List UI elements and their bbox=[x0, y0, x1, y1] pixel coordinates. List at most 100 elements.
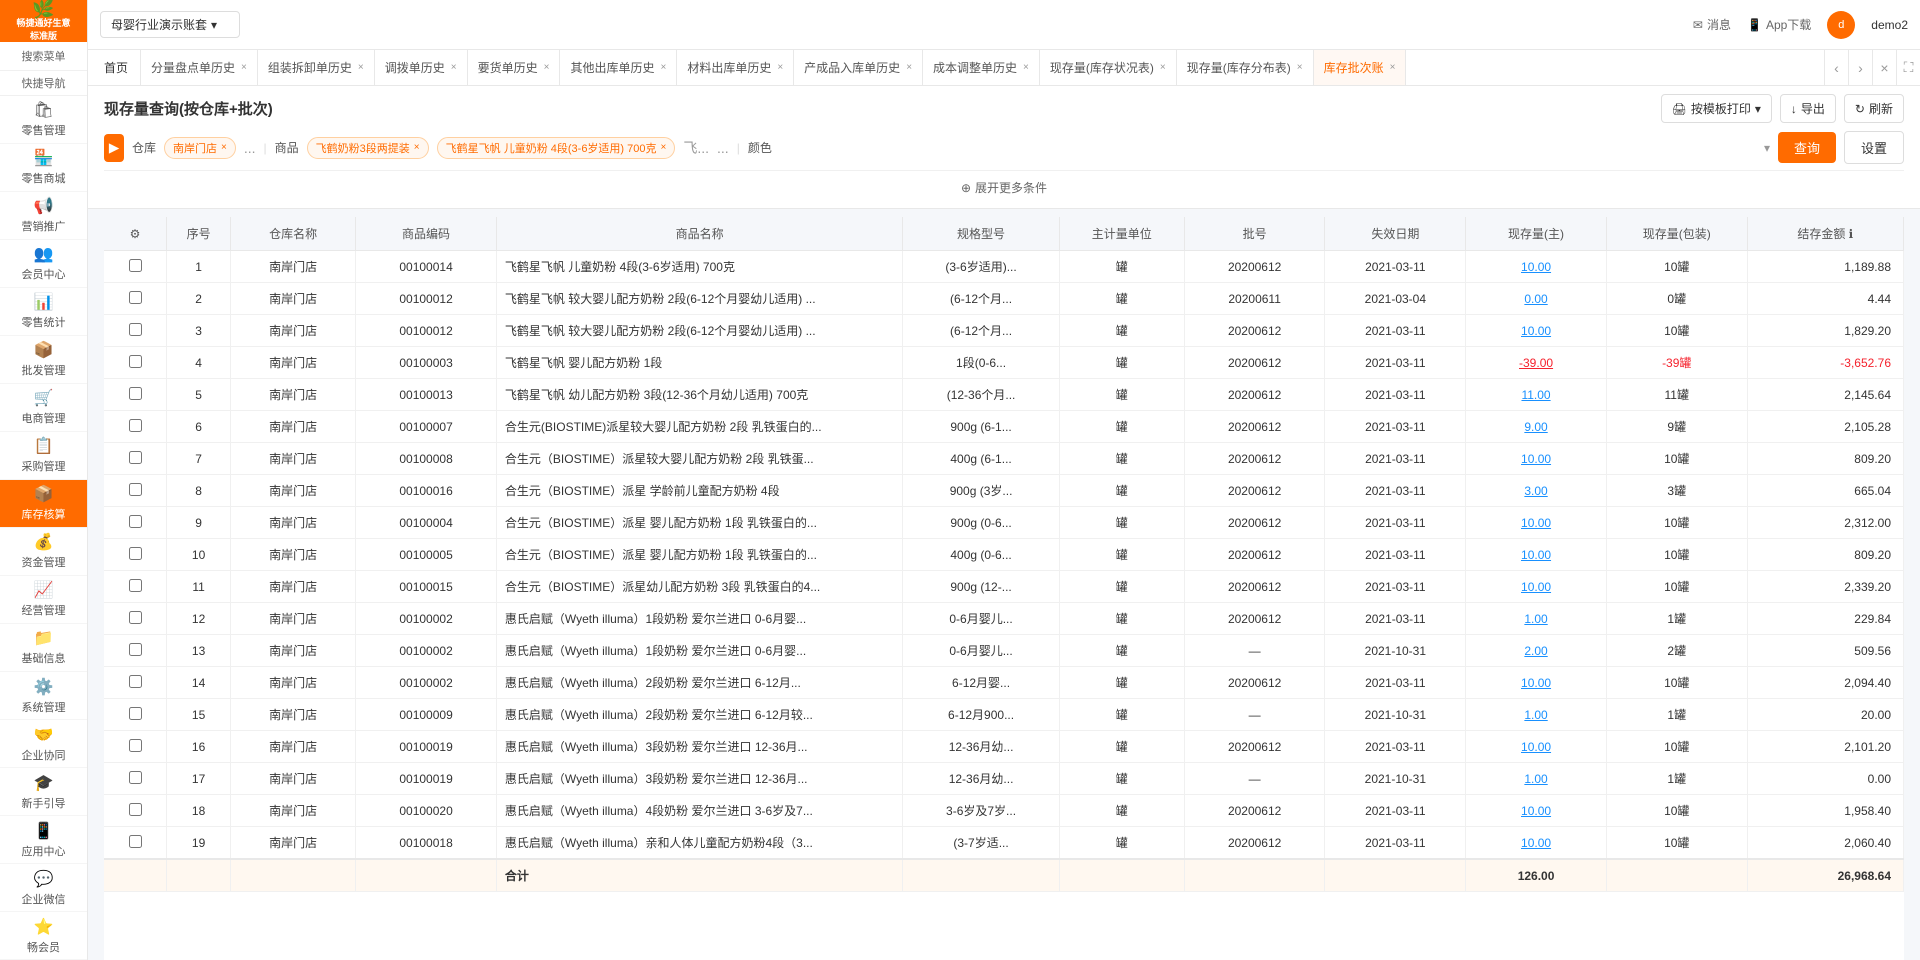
row-settings[interactable] bbox=[104, 411, 167, 443]
tab-item-7[interactable]: 成本调整单历史 × bbox=[923, 50, 1040, 86]
row-checkbox[interactable] bbox=[129, 675, 142, 688]
app-download-btn[interactable]: 📱 App下载 bbox=[1747, 16, 1811, 33]
filter-expand-btn[interactable]: ▶ bbox=[104, 134, 124, 162]
row-qty-main[interactable]: 0.00 bbox=[1466, 283, 1607, 315]
sidebar-item-ecommerce[interactable]: 🛒 电商管理 bbox=[0, 384, 87, 432]
warehouse-more-btn[interactable]: ... bbox=[244, 140, 256, 156]
template-print-btn[interactable]: 🖨 按模板打印 ▾ bbox=[1661, 94, 1772, 123]
tab-item-5[interactable]: 材料出库单历史 × bbox=[677, 50, 794, 86]
row-settings[interactable] bbox=[104, 539, 167, 571]
sidebar-item-retail-mall[interactable]: 🏪 零售商城 bbox=[0, 144, 87, 192]
row-checkbox[interactable] bbox=[129, 451, 142, 464]
row-qty-main[interactable]: 11.00 bbox=[1466, 379, 1607, 411]
color-dropdown-arrow[interactable]: ▾ bbox=[1764, 141, 1770, 155]
tab-item-6[interactable]: 产成品入库单历史 × bbox=[794, 50, 923, 86]
row-settings[interactable] bbox=[104, 283, 167, 315]
table-wrapper[interactable]: ⚙ 序号 仓库名称 商品编码 商品名称 规格型号 主计量单位 批号 失效日期 现… bbox=[104, 217, 1904, 960]
row-checkbox[interactable] bbox=[129, 547, 142, 560]
tab-prev-btn[interactable]: ‹ bbox=[1824, 50, 1848, 86]
row-checkbox[interactable] bbox=[129, 739, 142, 752]
warehouse-tag[interactable]: 南岸门店 × bbox=[164, 137, 236, 159]
username[interactable]: demo2 bbox=[1871, 18, 1908, 32]
row-qty-main[interactable]: 10.00 bbox=[1466, 443, 1607, 475]
row-checkbox[interactable] bbox=[129, 611, 142, 624]
sidebar-item-ent-wechat[interactable]: 💬 企业微信 bbox=[0, 864, 87, 912]
row-checkbox[interactable] bbox=[129, 515, 142, 528]
row-checkbox[interactable] bbox=[129, 355, 142, 368]
product-tag-1[interactable]: 飞鹤奶粉3段两提装 × bbox=[307, 137, 429, 159]
row-qty-main[interactable]: 10.00 bbox=[1466, 571, 1607, 603]
tab-close-icon[interactable]: × bbox=[777, 62, 783, 73]
row-checkbox[interactable] bbox=[129, 803, 142, 816]
query-btn[interactable]: 查询 bbox=[1778, 132, 1836, 163]
row-checkbox[interactable] bbox=[129, 419, 142, 432]
row-settings[interactable] bbox=[104, 795, 167, 827]
tab-close-all-btn[interactable]: × bbox=[1872, 50, 1896, 86]
row-qty-main[interactable]: 9.00 bbox=[1466, 411, 1607, 443]
row-checkbox[interactable] bbox=[129, 707, 142, 720]
row-settings[interactable] bbox=[104, 603, 167, 635]
tab-close-icon[interactable]: × bbox=[1390, 62, 1396, 73]
sidebar-item-retail-mgmt[interactable]: 🛍 零售管理 bbox=[0, 96, 87, 144]
sidebar-item-enterprise[interactable]: 🤝 企业协同 bbox=[0, 720, 87, 768]
row-qty-main[interactable]: 1.00 bbox=[1466, 603, 1607, 635]
row-qty-main[interactable]: 10.00 bbox=[1466, 731, 1607, 763]
row-checkbox[interactable] bbox=[129, 579, 142, 592]
tab-close-icon[interactable]: × bbox=[358, 62, 364, 73]
tab-close-icon[interactable]: × bbox=[241, 62, 247, 73]
tab-next-btn[interactable]: › bbox=[1848, 50, 1872, 86]
row-qty-main[interactable]: -39.00 bbox=[1466, 347, 1607, 379]
row-settings[interactable] bbox=[104, 571, 167, 603]
row-settings[interactable] bbox=[104, 315, 167, 347]
tab-close-icon[interactable]: × bbox=[660, 62, 666, 73]
setting-btn[interactable]: 设置 bbox=[1844, 131, 1904, 164]
shortcut-nav[interactable]: 快捷导航 bbox=[0, 71, 87, 96]
row-settings[interactable] bbox=[104, 379, 167, 411]
row-settings[interactable] bbox=[104, 251, 167, 283]
tab-item-4[interactable]: 其他出库单历史 × bbox=[560, 50, 677, 86]
row-settings[interactable] bbox=[104, 731, 167, 763]
row-checkbox[interactable] bbox=[129, 771, 142, 784]
row-checkbox[interactable] bbox=[129, 323, 142, 336]
row-settings[interactable] bbox=[104, 635, 167, 667]
row-qty-main[interactable]: 1.00 bbox=[1466, 699, 1607, 731]
refresh-btn[interactable]: ↻ 刷新 bbox=[1844, 94, 1904, 123]
search-menu[interactable]: 搜索菜单 bbox=[0, 42, 87, 71]
row-settings[interactable] bbox=[104, 827, 167, 860]
expand-conditions-btn[interactable]: ⊕ 展开更多条件 bbox=[104, 175, 1904, 200]
sidebar-item-batch-mgmt[interactable]: 📦 批发管理 bbox=[0, 336, 87, 384]
message-btn[interactable]: ✉ 消息 bbox=[1693, 16, 1731, 33]
tab-close-icon[interactable]: × bbox=[1023, 62, 1029, 73]
row-checkbox[interactable] bbox=[129, 387, 142, 400]
row-qty-main[interactable]: 10.00 bbox=[1466, 827, 1607, 860]
sidebar-item-purchase[interactable]: 📋 采购管理 bbox=[0, 432, 87, 480]
row-qty-main[interactable]: 3.00 bbox=[1466, 475, 1607, 507]
sidebar-item-sys[interactable]: ⚙️ 系统管理 bbox=[0, 672, 87, 720]
row-settings[interactable] bbox=[104, 667, 167, 699]
row-qty-main[interactable]: 10.00 bbox=[1466, 667, 1607, 699]
sidebar-item-retail-stats[interactable]: 📊 零售统计 bbox=[0, 288, 87, 336]
sidebar-item-app-center[interactable]: 📱 应用中心 bbox=[0, 816, 87, 864]
row-checkbox[interactable] bbox=[129, 835, 142, 848]
row-qty-main[interactable]: 10.00 bbox=[1466, 539, 1607, 571]
tab-home[interactable]: 首页 bbox=[92, 50, 141, 86]
tab-item-8[interactable]: 现存量(库存状况表) × bbox=[1040, 50, 1177, 86]
tab-item-10[interactable]: 库存批次账 × bbox=[1314, 50, 1407, 86]
row-settings[interactable] bbox=[104, 507, 167, 539]
sidebar-item-marketing[interactable]: 📢 营销推广 bbox=[0, 192, 87, 240]
row-qty-main[interactable]: 1.00 bbox=[1466, 763, 1607, 795]
sidebar-item-new-guide[interactable]: 🎓 新手引导 bbox=[0, 768, 87, 816]
warehouse-tag-close[interactable]: × bbox=[221, 142, 227, 153]
tab-close-icon[interactable]: × bbox=[451, 62, 457, 73]
sidebar-item-inventory[interactable]: 📦 库存核算 bbox=[0, 480, 87, 528]
product-tag-2[interactable]: 飞鹤星飞帆 儿童奶粉 4段(3-6岁适用) 700克 × bbox=[437, 137, 676, 159]
tab-close-icon[interactable]: × bbox=[1160, 62, 1166, 73]
sidebar-item-ops[interactable]: 📈 经营管理 bbox=[0, 576, 87, 624]
account-dropdown[interactable]: 母婴行业演示账套 ▾ bbox=[100, 11, 240, 38]
row-qty-main[interactable]: 10.00 bbox=[1466, 251, 1607, 283]
row-settings[interactable] bbox=[104, 763, 167, 795]
tab-close-icon[interactable]: × bbox=[1297, 62, 1303, 73]
sidebar-item-finance[interactable]: 💰 资金管理 bbox=[0, 528, 87, 576]
tab-close-icon[interactable]: × bbox=[544, 62, 550, 73]
product-tag-2-close[interactable]: × bbox=[661, 142, 667, 153]
